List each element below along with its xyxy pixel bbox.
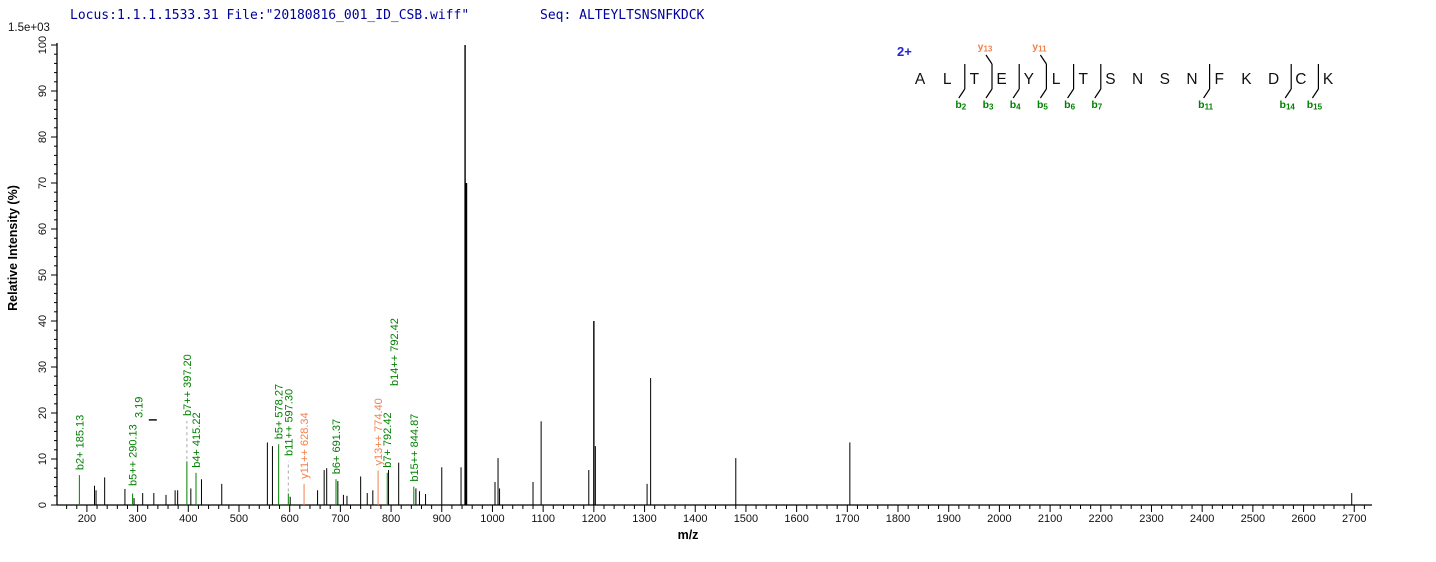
y-tick-label: 30 (37, 361, 49, 373)
x-tick-label: 1800 (886, 513, 910, 525)
y-ion-tick (986, 55, 992, 64)
x-axis-title: m/z (678, 528, 699, 542)
x-tick-label: 1200 (582, 513, 606, 525)
y-tick-label: 80 (37, 131, 49, 143)
peak-ion-label: b6+ 691.37 (331, 419, 343, 474)
x-tick-label: 1600 (784, 513, 808, 525)
x-tick-label: 900 (433, 513, 451, 525)
b-ion-tick (1285, 89, 1291, 98)
x-tick-label: 2000 (987, 513, 1011, 525)
x-tick-label: 800 (382, 513, 400, 525)
y-tick-label: 60 (37, 223, 49, 235)
x-tick-label: 600 (281, 513, 299, 525)
b-ion-mark-label: b6 (1064, 99, 1075, 112)
x-tick-label: 2400 (1190, 513, 1214, 525)
residue-letter: S (1105, 71, 1115, 88)
x-tick-label: 1900 (936, 513, 960, 525)
precursor-charge-label: 2+ (897, 44, 912, 59)
y-tick-label: 40 (37, 315, 49, 327)
residue-letter: K (1323, 71, 1334, 88)
residue-letter: D (1268, 71, 1279, 88)
residue-letter: N (1186, 71, 1197, 88)
peak-ion-label: b2+ 185.13 (74, 415, 86, 470)
peak-ion-label: b15++ 844.87 (409, 414, 421, 482)
residue-letter: L (1052, 71, 1061, 88)
y-axis-title: Relative Intensity (%) (6, 185, 20, 311)
residue-letter: K (1241, 71, 1252, 88)
x-tick-label: 1700 (835, 513, 859, 525)
residue-letter: N (1132, 71, 1143, 88)
peak-ion-label: b7+ 792.42 (382, 412, 394, 467)
x-tick-label: 2200 (1089, 513, 1113, 525)
x-tick-label: 1500 (734, 513, 758, 525)
peak-ion-label: b11++ 597.30 (283, 389, 295, 456)
x-tick-label: 1100 (531, 513, 555, 525)
y-tick-label: 100 (37, 36, 49, 54)
b-ion-mark-label: b11 (1198, 99, 1213, 112)
x-tick-label: 1300 (632, 513, 656, 525)
spectrum-viewer-page: Locus:1.1.1.1533.31 File:"20180816_001_I… (0, 0, 1436, 562)
x-tick-label: 500 (230, 513, 248, 525)
b-ion-mark-label: b4 (1010, 99, 1021, 112)
b-ion-mark-label: b15 (1307, 99, 1323, 112)
x-tick-label: 2500 (1241, 513, 1265, 525)
y-tick-label: 70 (37, 177, 49, 189)
y-tick-label: 90 (37, 85, 49, 97)
b-ion-mark-label: b2 (955, 99, 966, 112)
y-ion-tick (1040, 55, 1046, 64)
residue-letter: Y (1024, 71, 1034, 88)
b-ion-tick (1040, 89, 1046, 98)
b-ion-tick (1068, 89, 1074, 98)
y-tick-label: 10 (37, 453, 49, 465)
residue-letter: A (915, 71, 926, 88)
residue-letter: S (1160, 71, 1170, 88)
b-ion-tick (1312, 89, 1318, 98)
b-ion-mark-label: b14 (1280, 99, 1296, 112)
x-tick-label: 400 (179, 513, 197, 525)
x-tick-label: 200 (78, 513, 96, 525)
y-ion-mark-label: y13 (978, 41, 993, 54)
b-ion-mark-label: b7 (1091, 99, 1102, 112)
residue-letter: L (943, 71, 952, 88)
x-tick-label: 1400 (683, 513, 707, 525)
x-tick-label: 2600 (1291, 513, 1315, 525)
b-ion-mark-label: b5 (1037, 99, 1048, 112)
b-ion-tick (986, 89, 992, 98)
residue-letter: T (1078, 71, 1088, 88)
x-tick-label: 2700 (1342, 513, 1366, 525)
peak-ion-label: b4+ 415.22 (191, 412, 203, 467)
residue-letter: C (1295, 71, 1306, 88)
peak-ion-label: b7++ 397.20 (182, 354, 194, 416)
x-tick-label: 700 (331, 513, 349, 525)
residue-letter: T (970, 71, 980, 88)
residue-letter: F (1214, 71, 1223, 88)
spectrum-plot[interactable]: 2003004005006007008009001000110012001300… (0, 0, 1436, 562)
residue-letter: E (996, 71, 1006, 88)
y-ion-mark-label: y11 (1032, 41, 1047, 54)
peak-ion-label: 3.19 (134, 397, 146, 418)
y-tick-label: 50 (37, 269, 49, 281)
b-ion-tick (1095, 89, 1101, 98)
peak-ion-label: b14++ 792.42 (389, 318, 401, 386)
b-ion-tick (959, 89, 965, 98)
x-tick-label: 1000 (480, 513, 504, 525)
x-tick-label: 2100 (1038, 513, 1062, 525)
y-tick-label: 20 (37, 407, 49, 419)
peak-ion-label: y11++ 628.34 (299, 412, 311, 478)
x-tick-label: 2300 (1139, 513, 1163, 525)
y-tick-label: 0 (37, 502, 49, 508)
b-ion-tick (1013, 89, 1019, 98)
x-tick-label: 300 (128, 513, 146, 525)
peak-ion-label: b5++ 290.13 (128, 424, 140, 486)
b-ion-mark-label: b3 (983, 99, 994, 112)
b-ion-tick (1204, 89, 1210, 98)
